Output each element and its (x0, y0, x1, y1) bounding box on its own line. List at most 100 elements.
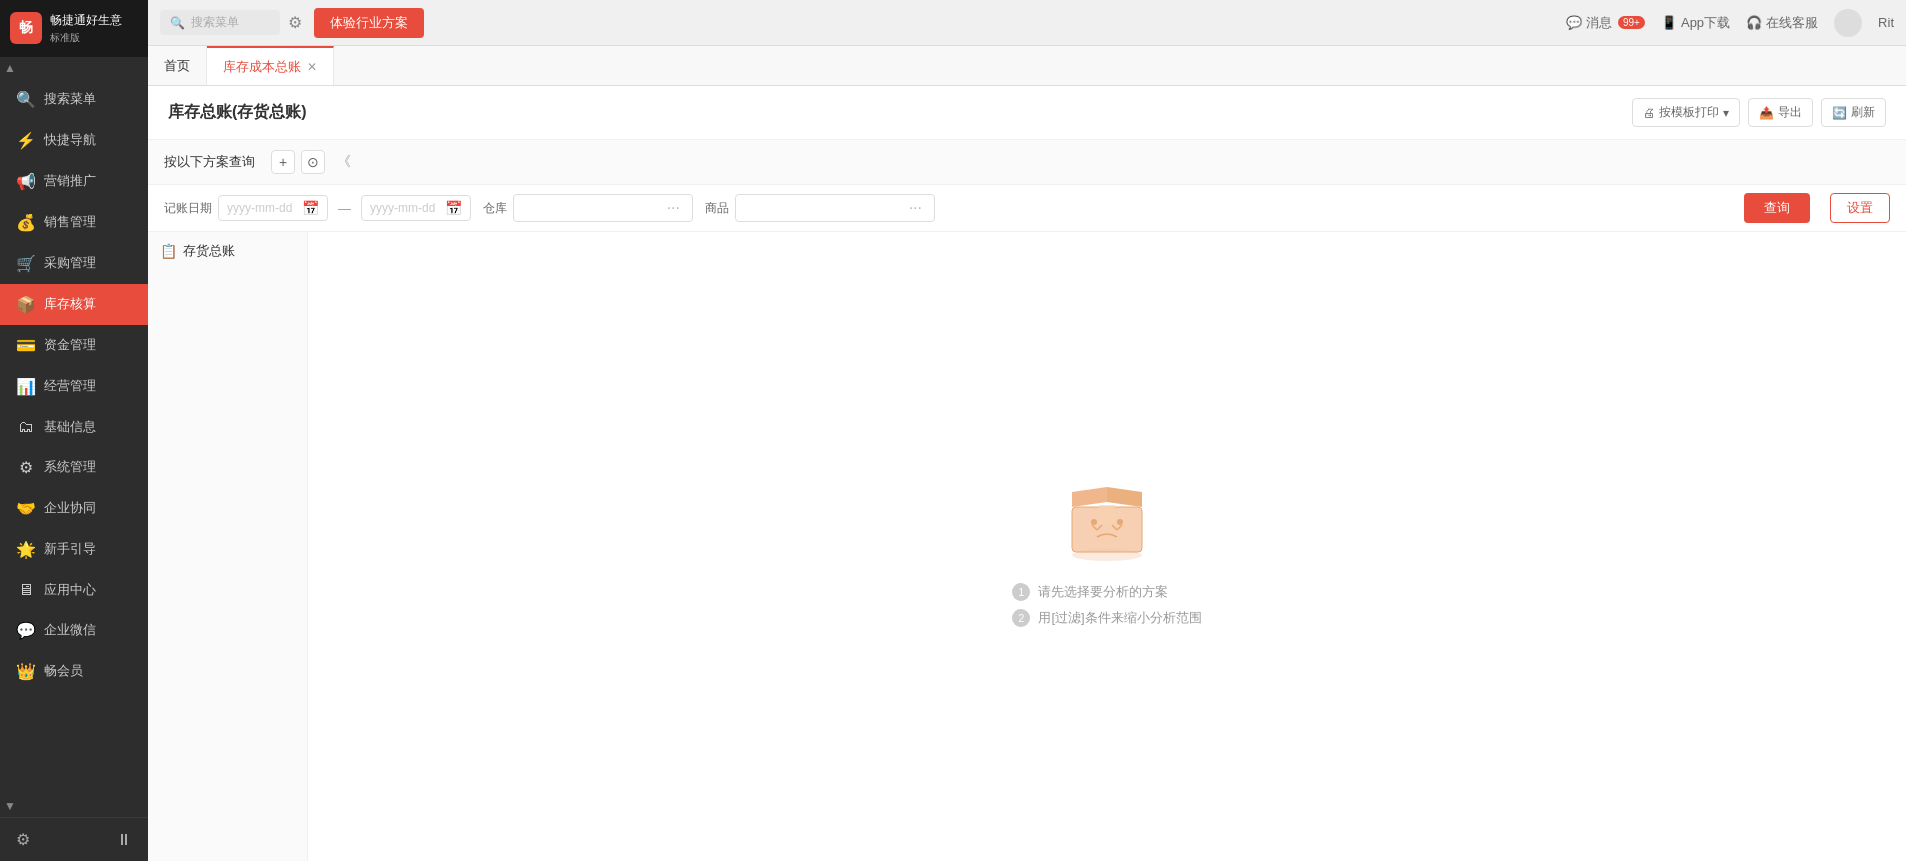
main-area: 🔍 搜索菜单 ⚙ 体验行业方案 💬 消息 99+ 📱 App下载 🎧 在线客服 … (148, 0, 1906, 861)
topbar-gear-icon[interactable]: ⚙ (288, 13, 302, 32)
app-logo: 畅 畅捷通好生意 标准版 (0, 0, 148, 57)
sidebar-icon-appstore: 🖥 (16, 581, 36, 599)
message-badge: 99+ (1618, 16, 1645, 29)
warehouse-more-icon[interactable]: ··· (663, 199, 684, 217)
sidebar-item-operations[interactable]: 📊 经营管理 (0, 366, 148, 407)
sidebar-icon-purchase: 🛒 (16, 254, 36, 273)
sidebar-label-enterprise: 企业协同 (44, 499, 96, 517)
tab-home[interactable]: 首页 (148, 46, 207, 85)
sidebar-icon-enterprise: 🤝 (16, 499, 36, 518)
date-start-input[interactable]: yyyy-mm-dd 📅 (218, 195, 328, 221)
topbar-search-box[interactable]: 🔍 搜索菜单 (160, 10, 280, 35)
sidebar-item-sales[interactable]: 💰 销售管理 (0, 202, 148, 243)
sidebar-item-marketing[interactable]: 📢 营销推广 (0, 161, 148, 202)
sidebar-label-inventory: 库存核算 (44, 295, 96, 313)
refresh-btn[interactable]: 🔄 刷新 (1821, 98, 1886, 127)
sidebar-icon-quick-nav: ⚡ (16, 131, 36, 150)
message-icon: 💬 (1566, 15, 1582, 30)
sidebar-item-inventory[interactable]: 📦 库存核算 (0, 284, 148, 325)
app-download-label: App下载 (1681, 14, 1730, 32)
export-btn[interactable]: 📤 导出 (1748, 98, 1813, 127)
sidebar-label-appstore: 应用中心 (44, 581, 96, 599)
topbar: 🔍 搜索菜单 ⚙ 体验行业方案 💬 消息 99+ 📱 App下载 🎧 在线客服 … (148, 0, 1906, 46)
filter-area: 按以下方案查询 + ⊙ 《 (148, 140, 1906, 185)
sidebar-item-quick-nav[interactable]: ⚡ 快捷导航 (0, 120, 148, 161)
svg-point-10 (1091, 519, 1097, 525)
empty-state: 1 请先选择要分析的方案 2 用[过滤]条件来缩小分析范围 (308, 232, 1906, 861)
sidebar-label-newbie: 新手引导 (44, 540, 96, 558)
warehouse-filter-field: 仓库 ··· (483, 194, 693, 222)
sidebar-scroll-down[interactable]: ▼ (0, 795, 148, 817)
sidebar-scroll-up[interactable]: ▲ (0, 57, 148, 79)
svg-point-11 (1117, 519, 1123, 525)
query-btn[interactable]: 查询 (1744, 193, 1810, 223)
sidebar-item-finance[interactable]: 💳 资金管理 (0, 325, 148, 366)
svg-marker-2 (1072, 487, 1107, 507)
refresh-icon: 🔄 (1832, 106, 1847, 120)
user-avatar[interactable] (1834, 9, 1862, 37)
filter-actions: + ⊙ (271, 150, 325, 174)
sidebar-label-operations: 经营管理 (44, 377, 96, 395)
headset-icon: 🎧 (1746, 15, 1762, 30)
tabs-bar: 首页库存成本总账✕ (148, 46, 1906, 86)
date-start-placeholder: yyyy-mm-dd (227, 201, 292, 215)
sidebar-item-basic[interactable]: 🗂 基础信息 (0, 407, 148, 447)
page-title: 库存总账(存货总账) (168, 102, 307, 123)
sidebar-item-appstore[interactable]: 🖥 应用中心 (0, 570, 148, 610)
filter-add-btn[interactable]: + (271, 150, 295, 174)
sidebar-item-member[interactable]: 👑 畅会员 (0, 651, 148, 692)
sidebar-icon-operations: 📊 (16, 377, 36, 396)
empty-illustration (1047, 467, 1167, 567)
filter-collapse-btn[interactable]: 《 (337, 153, 351, 171)
tab-inventory-ledger[interactable]: 库存成本总账✕ (207, 46, 334, 85)
topbar-search-placeholder: 搜索菜单 (191, 14, 239, 31)
search-icon: 🔍 (170, 16, 185, 30)
logo-text-block: 畅捷通好生意 标准版 (50, 12, 122, 45)
sidebar-label-system: 系统管理 (44, 458, 96, 476)
sidebar-icon-search: 🔍 (16, 90, 36, 109)
tip-text-2: 用[过滤]条件来缩小分析范围 (1038, 609, 1201, 627)
print-icon: 🖨 (1643, 106, 1655, 120)
filter-label: 按以下方案查询 (164, 153, 255, 171)
sidebar-label-search: 搜索菜单 (44, 90, 96, 108)
tip-text-1: 请先选择要分析的方案 (1038, 583, 1168, 601)
svg-rect-5 (1099, 505, 1115, 523)
export-icon: 📤 (1759, 106, 1774, 120)
page-header: 库存总账(存货总账) 🖨 按模板打印 ▾ 📤 导出 🔄 刷新 (148, 86, 1906, 140)
sidebar-icon-member: 👑 (16, 662, 36, 681)
sidebar-item-purchase[interactable]: 🛒 采购管理 (0, 243, 148, 284)
online-service-label: 在线客服 (1766, 14, 1818, 32)
goods-more-icon[interactable]: ··· (905, 199, 926, 217)
sidebar-item-search[interactable]: 🔍 搜索菜单 (0, 79, 148, 120)
calendar-start-icon: 📅 (302, 200, 319, 216)
sidebar-item-system[interactable]: ⚙ 系统管理 (0, 447, 148, 488)
app-name: 畅捷通好生意 (50, 12, 122, 29)
sidebar-item-newbie[interactable]: 🌟 新手引导 (0, 529, 148, 570)
industry-btn[interactable]: 体验行业方案 (314, 8, 424, 38)
tip-num-1: 1 (1012, 583, 1030, 601)
sidebar-icon-marketing: 📢 (16, 172, 36, 191)
online-service-item[interactable]: 🎧 在线客服 (1746, 14, 1818, 32)
calendar-end-icon: 📅 (445, 200, 462, 216)
audio-icon[interactable]: ⏸ (116, 831, 132, 849)
warehouse-input[interactable]: ··· (513, 194, 693, 222)
logo-icon: 畅 (10, 12, 42, 44)
sidebar-item-enterprise[interactable]: 🤝 企业协同 (0, 488, 148, 529)
scheme-item-goods-ledger[interactable]: 📋 存货总账 (148, 232, 307, 270)
tab-label-home: 首页 (164, 57, 190, 75)
sidebar-label-member: 畅会员 (44, 662, 83, 680)
app-download-item[interactable]: 📱 App下载 (1661, 14, 1730, 32)
print-btn[interactable]: 🖨 按模板打印 ▾ (1632, 98, 1740, 127)
tab-close-inventory-ledger[interactable]: ✕ (307, 60, 317, 74)
settings-btn[interactable]: 设置 (1830, 193, 1890, 223)
app-tag: 标准版 (50, 31, 122, 45)
sidebar-item-wechat[interactable]: 💬 企业微信 (0, 610, 148, 651)
message-item[interactable]: 💬 消息 99+ (1566, 14, 1645, 32)
settings-icon[interactable]: ⚙ (16, 830, 30, 849)
goods-input[interactable]: ··· (735, 194, 935, 222)
date-end-input[interactable]: yyyy-mm-dd 📅 (361, 195, 471, 221)
filter-settings-btn[interactable]: ⊙ (301, 150, 325, 174)
sidebar: 畅 畅捷通好生意 标准版 ▲ 🔍 搜索菜单 ⚡ 快捷导航 📢 营销推广 💰 销售… (0, 0, 148, 861)
sidebar-label-marketing: 营销推广 (44, 172, 96, 190)
empty-tips: 1 请先选择要分析的方案 2 用[过滤]条件来缩小分析范围 (1012, 583, 1201, 627)
